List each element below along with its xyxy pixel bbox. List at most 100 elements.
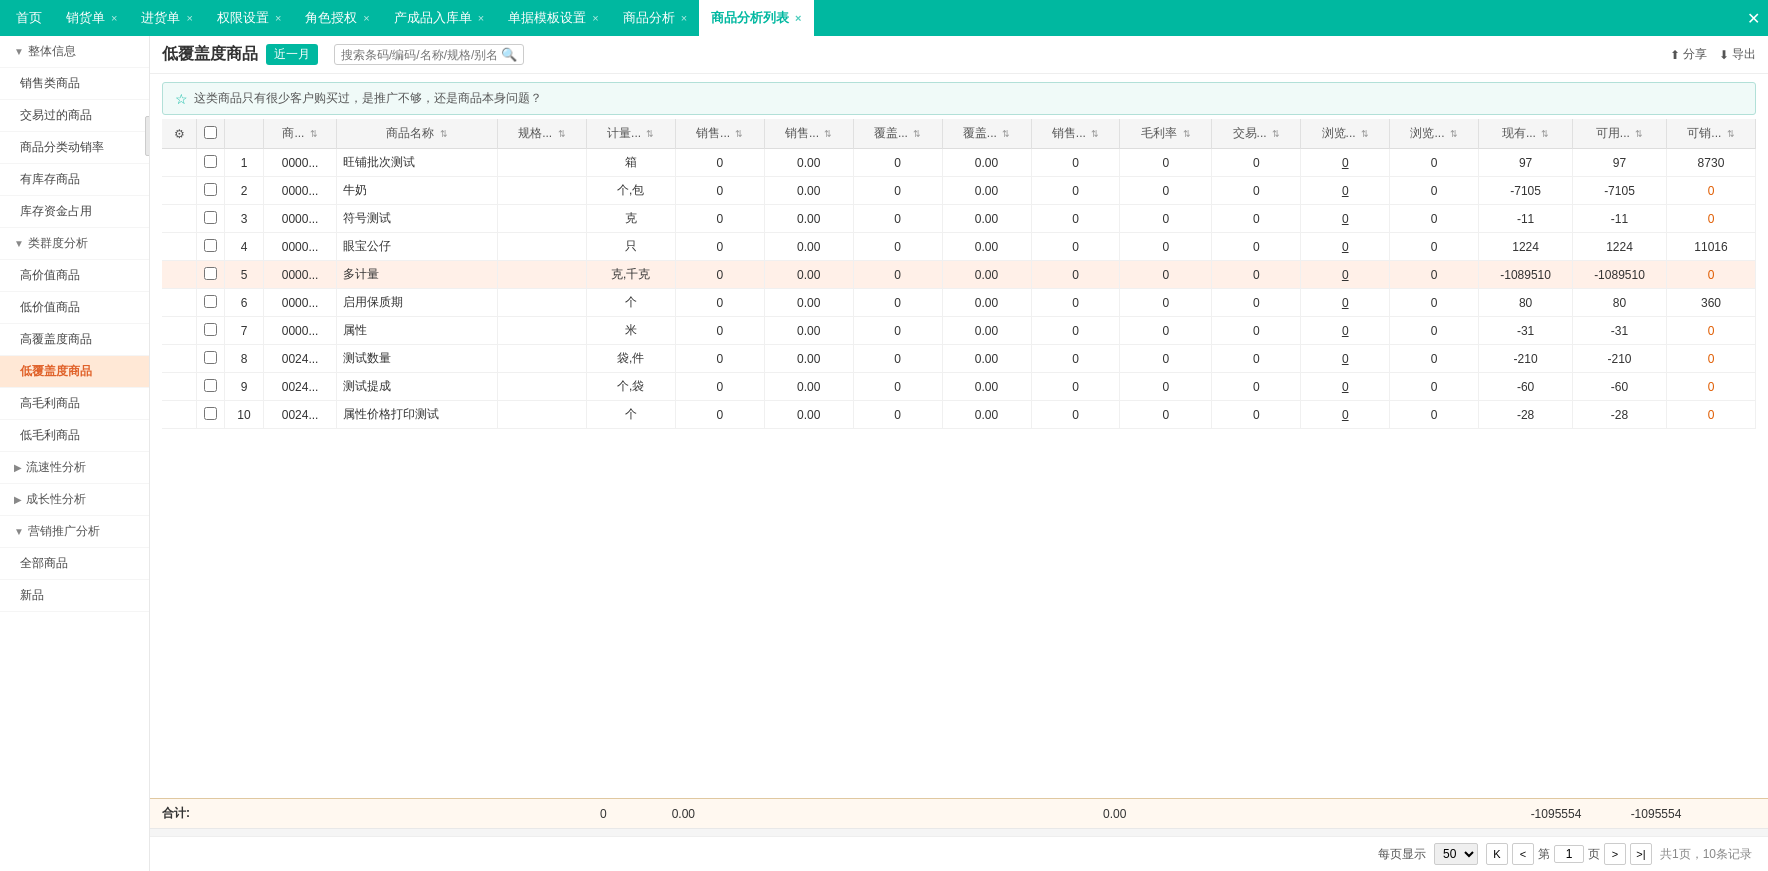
- last-page-button[interactable]: >|: [1630, 843, 1652, 865]
- sidebar-section-marketing[interactable]: ▼ 营销推广分析: [0, 516, 149, 548]
- per-page-select[interactable]: 50: [1434, 843, 1478, 865]
- gross-rate-col-header[interactable]: 毛利率 ⇅: [1120, 119, 1212, 149]
- browse1-cell[interactable]: 0: [1301, 149, 1390, 177]
- first-page-button[interactable]: K: [1486, 843, 1508, 865]
- checkbox-col-header[interactable]: [197, 119, 225, 149]
- sidebar-section-velocity[interactable]: ▶ 流速性分析: [0, 452, 149, 484]
- row-checkbox[interactable]: [204, 183, 217, 196]
- sidebar-section-overall[interactable]: ▼ 整体信息: [0, 36, 149, 68]
- row-checkbox[interactable]: [204, 211, 217, 224]
- settings-col-header[interactable]: ⚙: [162, 119, 197, 149]
- sidebar-item-all-goods[interactable]: 全部商品: [0, 548, 149, 580]
- nav-product-inbound[interactable]: 产成品入库单 ×: [382, 0, 496, 36]
- browse1-cell[interactable]: 0: [1301, 177, 1390, 205]
- trade-col-header[interactable]: 交易... ⇅: [1212, 119, 1301, 149]
- checkbox-cell[interactable]: [197, 233, 225, 261]
- spec-col-header[interactable]: 规格... ⇅: [497, 119, 586, 149]
- close-all-tabs-icon[interactable]: ✕: [1747, 9, 1760, 28]
- sidebar-item-high-coverage[interactable]: 高覆盖度商品: [0, 324, 149, 356]
- unit-col-header[interactable]: 计量... ⇅: [586, 119, 675, 149]
- cover1-col-header[interactable]: 覆盖... ⇅: [853, 119, 942, 149]
- browse1-cell[interactable]: 0: [1301, 317, 1390, 345]
- close-purchase-order-icon[interactable]: ×: [186, 12, 192, 24]
- checkbox-cell[interactable]: [197, 289, 225, 317]
- code-col-header[interactable]: 商... ⇅: [263, 119, 336, 149]
- close-goods-analysis-icon[interactable]: ×: [681, 12, 687, 24]
- checkbox-cell[interactable]: [197, 261, 225, 289]
- sidebar-item-high-value[interactable]: 高价值商品: [0, 260, 149, 292]
- row-checkbox[interactable]: [204, 407, 217, 420]
- nav-goods-analysis[interactable]: 商品分析 ×: [611, 0, 699, 36]
- export-button[interactable]: ⬇ 导出: [1719, 46, 1756, 63]
- share-button[interactable]: ⬆ 分享: [1670, 46, 1707, 63]
- sales2-col-header[interactable]: 销售... ⇅: [764, 119, 853, 149]
- current-col-header[interactable]: 现有... ⇅: [1479, 119, 1573, 149]
- close-product-inbound-icon[interactable]: ×: [478, 12, 484, 24]
- row-checkbox[interactable]: [204, 323, 217, 336]
- sales3-col-header[interactable]: 销售... ⇅: [1031, 119, 1120, 149]
- row-checkbox[interactable]: [204, 239, 217, 252]
- sales1-col-header[interactable]: 销售... ⇅: [675, 119, 764, 149]
- sidebar-section-group[interactable]: ▼ 类群度分析: [0, 228, 149, 260]
- nav-goods-analysis-list[interactable]: 商品分析列表 ×: [699, 0, 813, 36]
- cover2-col-header[interactable]: 覆盖... ⇅: [942, 119, 1031, 149]
- checkbox-cell[interactable]: [197, 149, 225, 177]
- horizontal-scrollbar[interactable]: [150, 828, 1768, 836]
- checkbox-cell[interactable]: [197, 345, 225, 373]
- row-checkbox[interactable]: [204, 295, 217, 308]
- sidebar-item-low-coverage[interactable]: 低覆盖度商品: [0, 356, 149, 388]
- sidebar-item-low-margin[interactable]: 低毛利商品: [0, 420, 149, 452]
- browse1-cell[interactable]: 0: [1301, 233, 1390, 261]
- row-checkbox[interactable]: [204, 379, 217, 392]
- sidebar-item-high-margin[interactable]: 高毛利商品: [0, 388, 149, 420]
- sidebar-item-low-value[interactable]: 低价值商品: [0, 292, 149, 324]
- sidebar-item-new-goods[interactable]: 新品: [0, 580, 149, 612]
- nav-home[interactable]: 首页: [4, 0, 54, 36]
- table-body: 1 0000... 旺铺批次测试 箱 0 0.00 0 0.00 0 0 0 0…: [162, 149, 1756, 429]
- browse1-cell[interactable]: 0: [1301, 373, 1390, 401]
- checkbox-cell[interactable]: [197, 401, 225, 429]
- sidebar-item-category-rate[interactable]: 商品分类动销率: [0, 132, 149, 164]
- sidebar-section-growth[interactable]: ▶ 成长性分析: [0, 484, 149, 516]
- checkbox-cell[interactable]: [197, 205, 225, 233]
- sidebar-item-traded-goods[interactable]: 交易过的商品: [0, 100, 149, 132]
- browse1-col-header[interactable]: 浏览... ⇅: [1301, 119, 1390, 149]
- sidebar-item-in-stock[interactable]: 有库存商品: [0, 164, 149, 196]
- row-checkbox[interactable]: [204, 155, 217, 168]
- nav-purchase-order[interactable]: 进货单 ×: [129, 0, 204, 36]
- close-sales-order-icon[interactable]: ×: [111, 12, 117, 24]
- close-template-icon[interactable]: ×: [592, 12, 598, 24]
- search-icon[interactable]: 🔍: [501, 47, 517, 62]
- spec-cell: [497, 345, 586, 373]
- salable-col-header[interactable]: 可销... ⇅: [1666, 119, 1755, 149]
- row-checkbox[interactable]: [204, 351, 217, 364]
- current-page-input[interactable]: [1554, 845, 1584, 863]
- nav-template-settings[interactable]: 单据模板设置 ×: [496, 0, 610, 36]
- close-permission-icon[interactable]: ×: [275, 12, 281, 24]
- table-container[interactable]: ⚙ 商... ⇅ 商品名称 ⇅ 规格... ⇅ 计量... ⇅ 销售... ⇅ …: [162, 119, 1756, 798]
- browse1-cell[interactable]: 0: [1301, 289, 1390, 317]
- sidebar-item-sales-goods[interactable]: 销售类商品: [0, 68, 149, 100]
- search-input[interactable]: [341, 48, 501, 62]
- row-checkbox[interactable]: [204, 267, 217, 280]
- close-goods-analysis-list-icon[interactable]: ×: [795, 12, 801, 24]
- select-all-checkbox[interactable]: [204, 126, 217, 139]
- date-filter-button[interactable]: 近一月: [266, 44, 318, 65]
- browse1-cell[interactable]: 0: [1301, 261, 1390, 289]
- sidebar-item-inventory-funds[interactable]: 库存资金占用: [0, 196, 149, 228]
- browse2-col-header[interactable]: 浏览... ⇅: [1390, 119, 1479, 149]
- available-col-header[interactable]: 可用... ⇅: [1573, 119, 1667, 149]
- nav-sales-order[interactable]: 销货单 ×: [54, 0, 129, 36]
- close-role-auth-icon[interactable]: ×: [363, 12, 369, 24]
- checkbox-cell[interactable]: [197, 373, 225, 401]
- next-page-button[interactable]: >: [1604, 843, 1626, 865]
- checkbox-cell[interactable]: [197, 177, 225, 205]
- nav-permission[interactable]: 权限设置 ×: [205, 0, 293, 36]
- browse1-cell[interactable]: 0: [1301, 401, 1390, 429]
- browse1-cell[interactable]: 0: [1301, 345, 1390, 373]
- name-col-header[interactable]: 商品名称 ⇅: [337, 119, 498, 149]
- nav-role-auth[interactable]: 角色授权 ×: [293, 0, 381, 36]
- browse1-cell[interactable]: 0: [1301, 205, 1390, 233]
- prev-page-button[interactable]: <: [1512, 843, 1534, 865]
- checkbox-cell[interactable]: [197, 317, 225, 345]
